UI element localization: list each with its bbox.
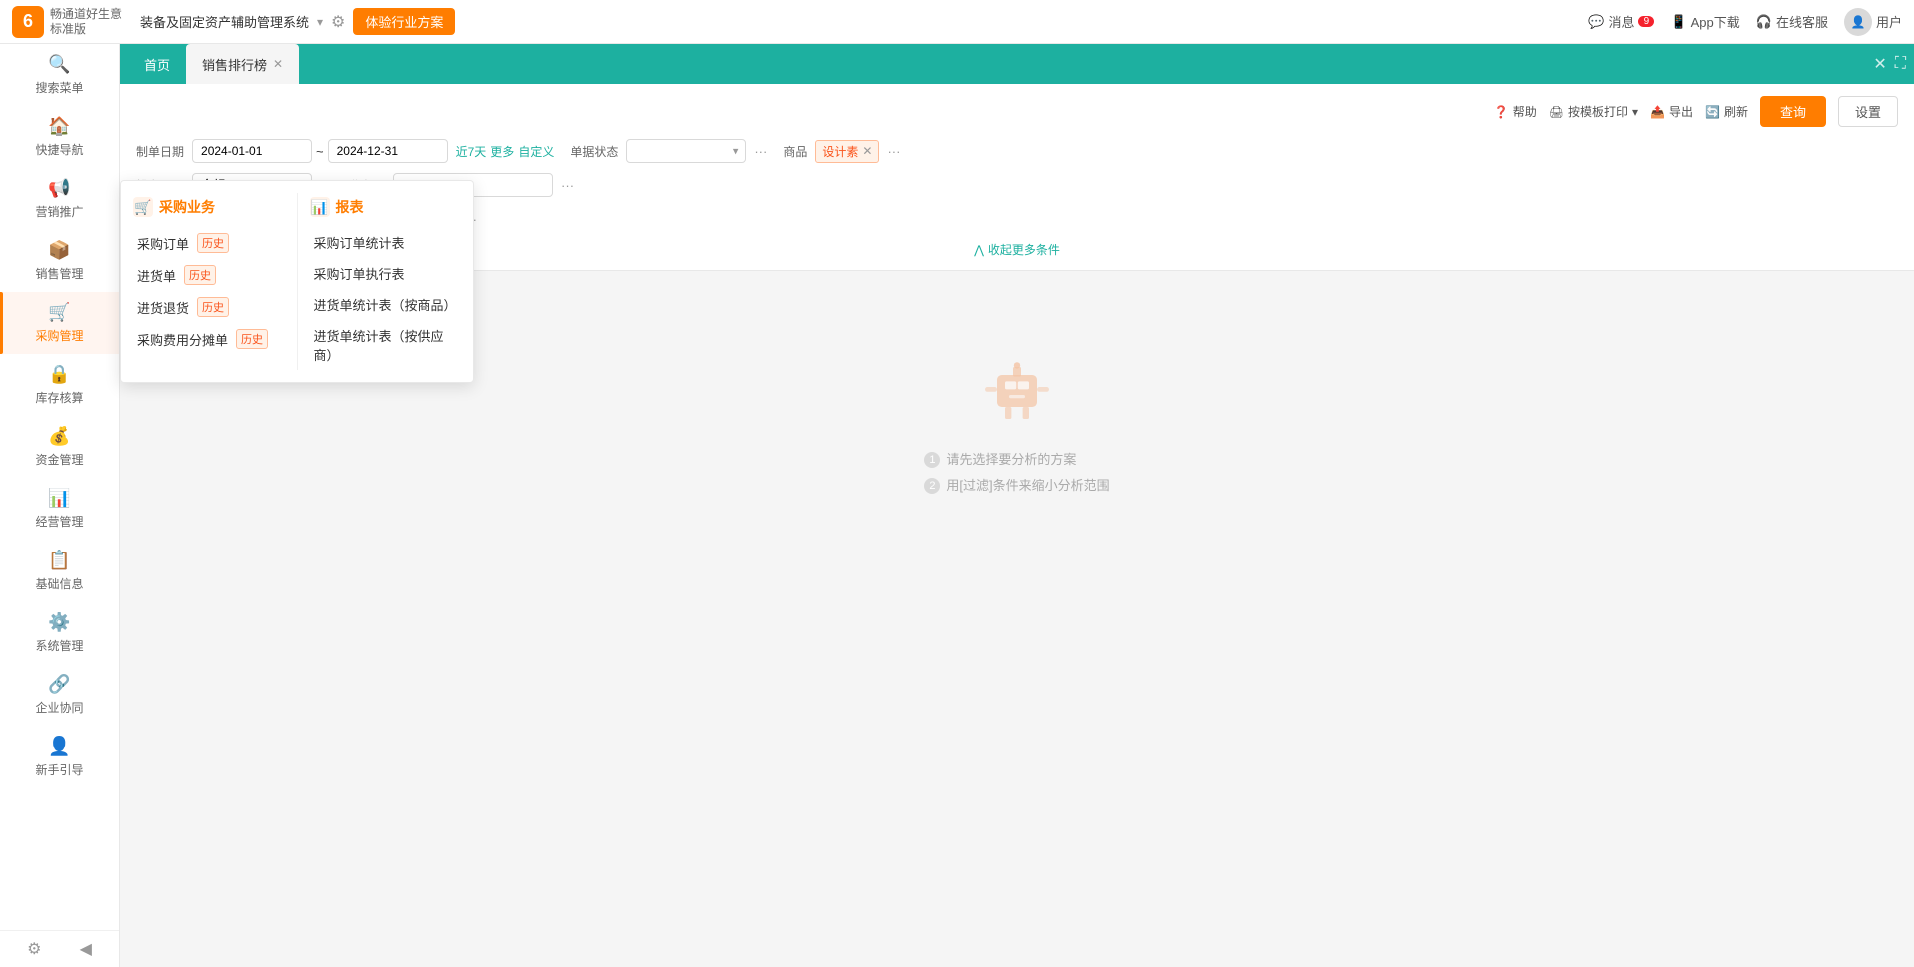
history-badge-0: 历史 bbox=[197, 233, 229, 253]
user-menu[interactable]: 👤 用户 bbox=[1844, 8, 1902, 36]
purchase-dropdown-menu: 🛒 采购业务 采购订单 历史 进货单 历史 进货退货 历史 采购费用分摊单 历史… bbox=[120, 180, 474, 383]
dropdown-item-purchase-order-exec[interactable]: 采购订单执行表 bbox=[310, 258, 462, 289]
dropdown-item-purchase-expense[interactable]: 采购费用分摊单 历史 bbox=[133, 323, 285, 355]
report-col-icon: 📊 bbox=[310, 197, 330, 217]
system-dropdown-arrow[interactable]: ▾ bbox=[317, 15, 323, 29]
system-name: 装备及固定资产辅助管理系统 bbox=[140, 12, 309, 31]
purchase-col-title: 🛒 采购业务 bbox=[133, 193, 285, 227]
app-download-btn[interactable]: 📱 App下载 bbox=[1670, 12, 1739, 31]
logo-text: 畅通道好生意 标准版 bbox=[50, 7, 122, 36]
top-navbar: 6 畅通道好生意 标准版 装备及固定资产辅助管理系统 ▾ ⚙ 体验行业方案 💬 … bbox=[0, 0, 1914, 44]
messages-btn[interactable]: 💬 消息 9 bbox=[1588, 12, 1654, 31]
logo-icon: 6 bbox=[12, 6, 44, 38]
history-badge-1: 历史 bbox=[184, 265, 216, 285]
headset-icon: 🎧 bbox=[1756, 14, 1772, 30]
report-col-title: 📊 报表 bbox=[310, 193, 462, 227]
phone-icon: 📱 bbox=[1670, 14, 1686, 30]
industry-btn[interactable]: 体验行业方案 bbox=[353, 8, 455, 35]
system-settings-icon[interactable]: ⚙ bbox=[331, 12, 345, 32]
history-badge-3: 历史 bbox=[236, 329, 268, 349]
report-col: 📊 报表 采购订单统计表 采购订单执行表 进货单统计表（按商品） 进货单统计表（… bbox=[297, 193, 474, 370]
history-badge-2: 历史 bbox=[197, 297, 229, 317]
purchase-col-icon: 🛒 bbox=[133, 197, 153, 217]
dropdown-item-goods-stats-supplier[interactable]: 进货单统计表（按供应商） bbox=[310, 320, 462, 370]
dropdown-item-goods-stats-product[interactable]: 进货单统计表（按商品） bbox=[310, 289, 462, 320]
messages-badge: 9 bbox=[1638, 16, 1654, 27]
dropdown-item-purchase-order-stats[interactable]: 采购订单统计表 bbox=[310, 227, 462, 258]
dropdown-item-goods-return[interactable]: 进货退货 历史 bbox=[133, 291, 285, 323]
dropdown-item-goods-receipt[interactable]: 进货单 历史 bbox=[133, 259, 285, 291]
purchase-col: 🛒 采购业务 采购订单 历史 进货单 历史 进货退货 历史 采购费用分摊单 历史 bbox=[121, 193, 297, 370]
dropdown-overlay[interactable] bbox=[0, 0, 1914, 967]
logo-area: 6 畅通道好生意 标准版 bbox=[12, 6, 132, 38]
avatar: 👤 bbox=[1844, 8, 1872, 36]
topnav-right: 💬 消息 9 📱 App下载 🎧 在线客服 👤 用户 bbox=[1588, 8, 1902, 36]
message-icon: 💬 bbox=[1588, 14, 1604, 30]
system-area: 装备及固定资产辅助管理系统 ▾ ⚙ 体验行业方案 bbox=[132, 8, 1588, 35]
online-service-btn[interactable]: 🎧 在线客服 bbox=[1756, 12, 1828, 31]
dropdown-item-purchase-order[interactable]: 采购订单 历史 bbox=[133, 227, 285, 259]
